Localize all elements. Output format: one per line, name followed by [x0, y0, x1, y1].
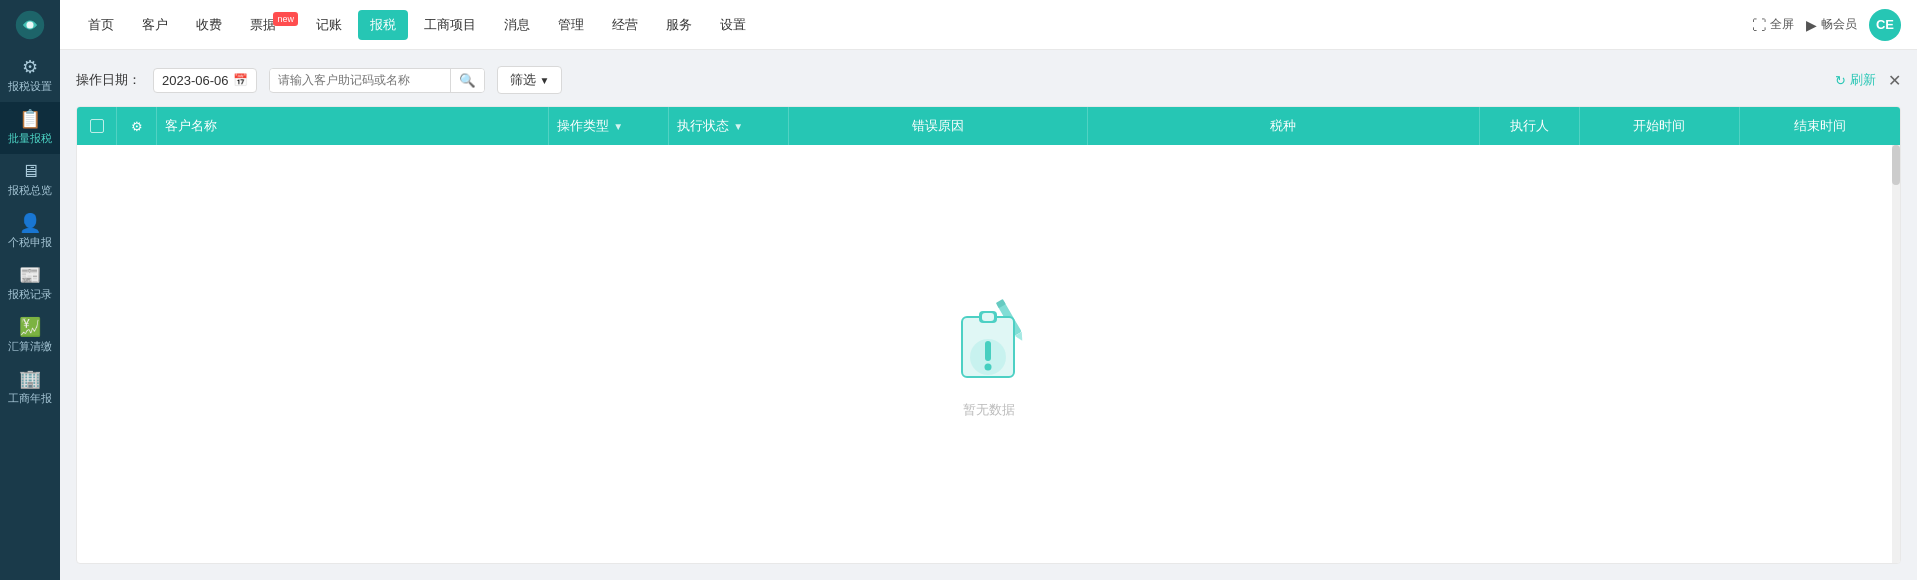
sidebar-item-gongshangnianbaon[interactable]: 🏢 工商年报: [0, 362, 60, 414]
data-table: ⚙ 客户名称 操作类型 ▼ 执行状态 ▼ 错误原因 税种: [76, 106, 1901, 564]
refresh-icon: ↻: [1835, 73, 1846, 88]
vip-icon: ▶: [1806, 17, 1817, 33]
main-content: 首页 客户 收费 票据 new 记账 报税 工商项目 消息: [60, 0, 1917, 580]
vip-button[interactable]: ▶ 畅会员: [1806, 16, 1857, 33]
baoshuijilu-icon: 📰: [19, 266, 41, 284]
nav-home[interactable]: 首页: [76, 10, 126, 40]
th-status: 执行状态 ▼: [669, 107, 789, 145]
nav-jizhang[interactable]: 记账: [304, 10, 354, 40]
nav-xiaoxi[interactable]: 消息: [492, 10, 542, 40]
refresh-button[interactable]: ↻ 刷新: [1835, 71, 1876, 89]
svg-rect-9: [985, 341, 991, 361]
search-button[interactable]: 🔍: [450, 69, 484, 92]
status-filter-icon[interactable]: ▼: [733, 121, 743, 132]
gongshangnianbaon-icon: 🏢: [19, 370, 41, 388]
sidebar-item-geshuishenbao-label: 个税申报: [8, 235, 52, 250]
avatar[interactable]: CE: [1869, 9, 1901, 41]
search-box: 🔍: [269, 68, 485, 93]
topnav-items: 首页 客户 收费 票据 new 记账 报税 工商项目 消息: [76, 10, 1752, 40]
svg-point-1: [26, 21, 33, 28]
sidebar-item-huisuanqingchai-label: 汇算清缴: [8, 339, 52, 354]
nav-piaoju[interactable]: 票据 new: [238, 10, 300, 40]
nav-fuwu[interactable]: 服务: [654, 10, 704, 40]
type-filter-icon[interactable]: ▼: [613, 121, 623, 132]
piliangshuishui-icon: 📋: [19, 110, 41, 128]
toolbar-right: ↻ 刷新 ✕: [1835, 71, 1901, 90]
th-type: 操作类型 ▼: [549, 107, 669, 145]
sidebar-item-piliangshuishui-label: 批量报税: [8, 131, 52, 146]
th-error: 错误原因: [789, 107, 1087, 145]
sidebar-item-baoshuijilu-label: 报税记录: [8, 287, 52, 302]
th-name: 客户名称: [157, 107, 549, 145]
search-input[interactable]: [270, 69, 450, 91]
empty-illustration: [944, 289, 1034, 389]
topnav: 首页 客户 收费 票据 new 记账 报税 工商项目 消息: [60, 0, 1917, 50]
th-start: 开始时间: [1580, 107, 1740, 145]
th-gear[interactable]: ⚙: [117, 107, 157, 145]
nav-gongshangxiangmu[interactable]: 工商项目: [412, 10, 488, 40]
nav-shezhi[interactable]: 设置: [708, 10, 758, 40]
svg-point-10: [984, 364, 991, 371]
search-icon: 🔍: [459, 73, 476, 88]
sidebar-item-baoshuishezhi[interactable]: ⚙ 报税设置: [0, 50, 60, 102]
nav-baoshui[interactable]: 报税: [358, 10, 408, 40]
fullscreen-icon: ⛶: [1752, 17, 1766, 33]
piaoju-badge: new: [273, 12, 298, 27]
th-tax: 税种: [1088, 107, 1480, 145]
baoshuizonglan-icon: 🖥: [21, 162, 39, 180]
nav-shoufei[interactable]: 收费: [184, 10, 234, 40]
date-label: 操作日期：: [76, 71, 141, 89]
close-button[interactable]: ✕: [1888, 71, 1901, 90]
geshuishenbao-icon: 👤: [19, 214, 41, 232]
sidebar-item-huisuanqingchai[interactable]: 💹 汇算清缴: [0, 310, 60, 362]
empty-text: 暂无数据: [963, 401, 1015, 419]
calendar-icon: 📅: [233, 73, 248, 87]
table-header: ⚙ 客户名称 操作类型 ▼ 执行状态 ▼ 错误原因 税种: [77, 107, 1900, 145]
sidebar-item-geshuishenbao[interactable]: 👤 个税申报: [0, 206, 60, 258]
sidebar-item-baoshuizonglan-label: 报税总览: [8, 183, 52, 198]
chevron-down-icon: ▼: [540, 75, 550, 86]
sidebar-item-gongshangnianbaon-label: 工商年报: [8, 391, 52, 406]
toolbar: 操作日期： 2023-06-06 📅 🔍 筛选 ▼ ↻ 刷新 ✕: [76, 66, 1901, 94]
empty-state: 暂无数据: [944, 289, 1034, 419]
nav-jingying[interactable]: 经营: [600, 10, 650, 40]
th-executor: 执行人: [1480, 107, 1580, 145]
fullscreen-button[interactable]: ⛶ 全屏: [1752, 16, 1794, 33]
sidebar-item-piliangshuishui[interactable]: 📋 批量报税: [0, 102, 60, 154]
th-end: 结束时间: [1740, 107, 1900, 145]
sidebar-item-baoshuishezhi-label: 报税设置: [8, 79, 52, 94]
nav-kehu[interactable]: 客户: [130, 10, 180, 40]
sidebar-logo: [0, 0, 60, 50]
nav-guanli[interactable]: 管理: [546, 10, 596, 40]
baoshuishezhi-icon: ⚙: [22, 58, 38, 76]
scrollbar[interactable]: [1892, 145, 1900, 563]
svg-rect-7: [982, 313, 994, 321]
scrollbar-thumb[interactable]: [1892, 145, 1900, 185]
gear-icon: ⚙: [131, 119, 143, 134]
page-content: 操作日期： 2023-06-06 📅 🔍 筛选 ▼ ↻ 刷新 ✕: [60, 50, 1917, 580]
th-checkbox[interactable]: [77, 107, 117, 145]
table-body: 暂无数据: [77, 145, 1900, 563]
date-picker[interactable]: 2023-06-06 📅: [153, 68, 257, 93]
date-value: 2023-06-06: [162, 73, 229, 88]
sidebar-item-baoshuijilu[interactable]: 📰 报税记录: [0, 258, 60, 310]
filter-button[interactable]: 筛选 ▼: [497, 66, 563, 94]
sidebar: ⚙ 报税设置 📋 批量报税 🖥 报税总览 👤 个税申报 📰 报税记录 💹 汇算清…: [0, 0, 60, 580]
topnav-right: ⛶ 全屏 ▶ 畅会员 CE: [1752, 9, 1901, 41]
filter-label: 筛选: [510, 71, 536, 89]
huisuanqingchai-icon: 💹: [19, 318, 41, 336]
sidebar-item-baoshuizonglan[interactable]: 🖥 报税总览: [0, 154, 60, 206]
select-all-checkbox[interactable]: [90, 119, 104, 133]
